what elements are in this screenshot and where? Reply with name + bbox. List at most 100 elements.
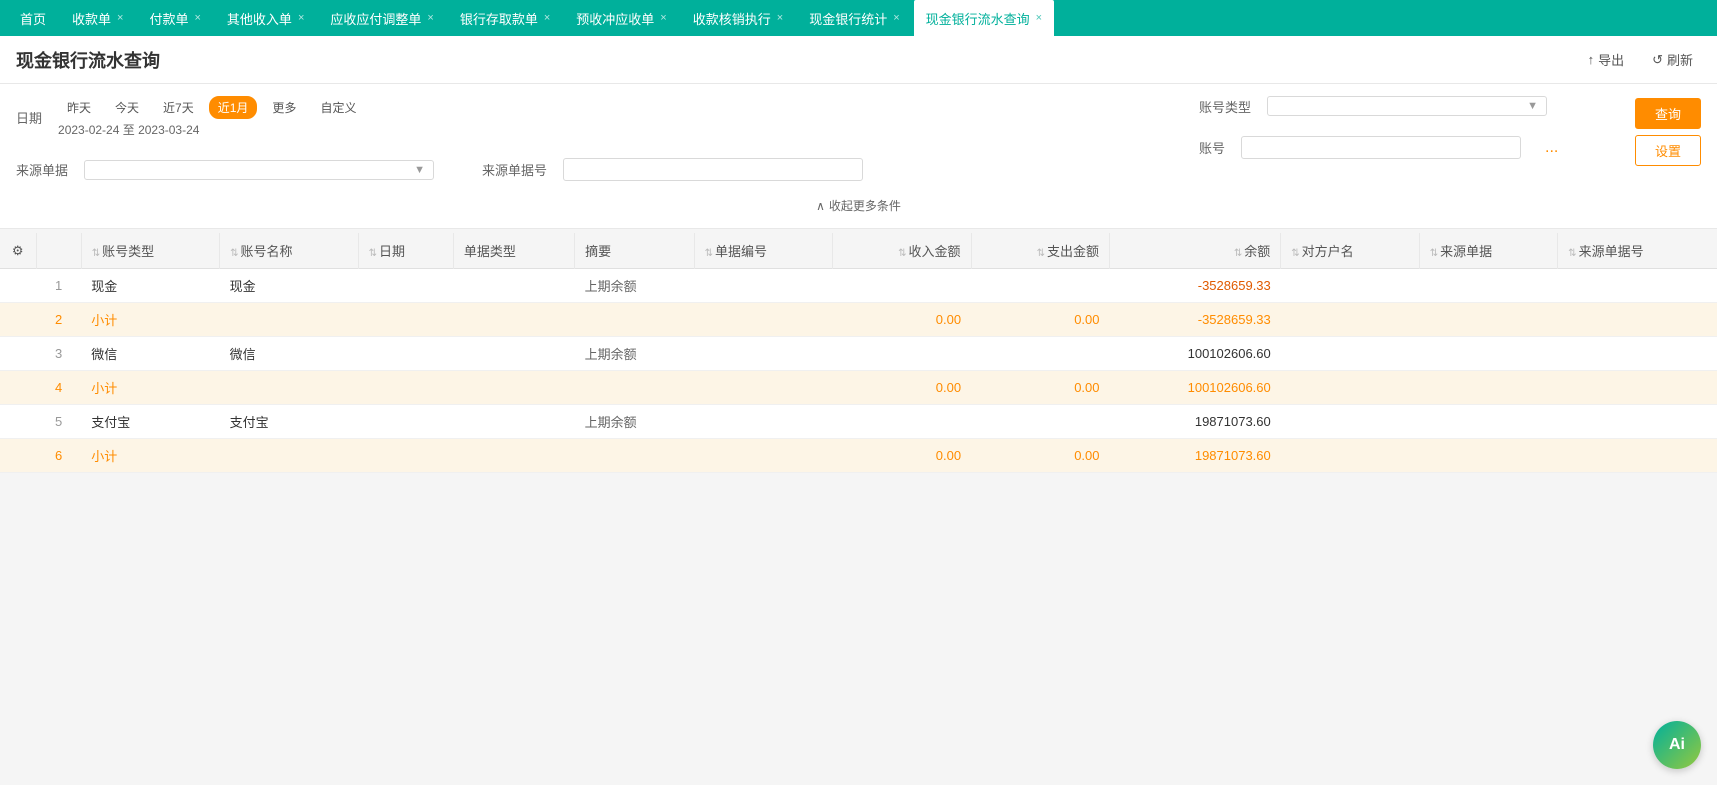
row-source-doc bbox=[1419, 439, 1557, 473]
tab-close-6[interactable]: × bbox=[777, 12, 783, 24]
nav-tab-2[interactable]: 其他收入单 × bbox=[215, 0, 316, 36]
row-income: 0.00 bbox=[833, 371, 971, 405]
source-doc-select[interactable]: ▼ bbox=[84, 160, 434, 180]
row-num: 3 bbox=[36, 337, 81, 371]
query-button[interactable]: 查询 bbox=[1635, 98, 1701, 129]
row-balance: -3528659.33 bbox=[1110, 303, 1281, 337]
row-expense: 0.00 bbox=[971, 303, 1109, 337]
row-account-type: 微信 bbox=[81, 337, 219, 371]
source-doc-chevron: ▼ bbox=[414, 164, 425, 176]
th-doc-no[interactable]: ⇅单据编号 bbox=[694, 233, 832, 269]
row-num: 6 bbox=[36, 439, 81, 473]
nav-tab-8[interactable]: 现金银行流水查询 × bbox=[914, 0, 1054, 36]
nav-tab-3[interactable]: 应收应付调整单 × bbox=[318, 0, 445, 36]
nav-tab-5[interactable]: 预收冲应收单 × bbox=[564, 0, 678, 36]
source-doc-no-input[interactable] bbox=[563, 158, 863, 181]
th-balance[interactable]: ⇅余额 bbox=[1110, 233, 1281, 269]
row-summary: 上期余额 bbox=[575, 337, 695, 371]
table-container: ⚙ ⇅账号类型 ⇅账号名称 ⇅日期 单据类型 摘要 ⇅单据编号 ⇅收入金额 ⇅支… bbox=[0, 233, 1717, 473]
tab-close-2[interactable]: × bbox=[298, 12, 304, 24]
tab-close-4[interactable]: × bbox=[544, 12, 550, 24]
row-date bbox=[358, 371, 453, 405]
th-date[interactable]: ⇅日期 bbox=[358, 233, 453, 269]
row-doc-type bbox=[453, 439, 574, 473]
row-date bbox=[358, 303, 453, 337]
row-income: 0.00 bbox=[833, 303, 971, 337]
row-summary bbox=[575, 303, 695, 337]
nav-home[interactable]: 首页 bbox=[8, 9, 58, 28]
tab-close-3[interactable]: × bbox=[427, 12, 433, 24]
ai-badge[interactable]: Ai bbox=[1653, 721, 1701, 769]
settings-button[interactable]: 设置 bbox=[1635, 135, 1701, 166]
refresh-icon: ↺ bbox=[1652, 52, 1663, 68]
row-balance: 19871073.60 bbox=[1110, 405, 1281, 439]
row-gear bbox=[0, 269, 36, 303]
th-counterpart[interactable]: ⇅对方户名 bbox=[1281, 233, 1419, 269]
th-expense[interactable]: ⇅支出金额 bbox=[971, 233, 1109, 269]
th-source-doc[interactable]: ⇅来源单据 bbox=[1419, 233, 1557, 269]
source-doc-label: 来源单据 bbox=[16, 160, 68, 179]
row-account-name bbox=[220, 303, 358, 337]
tab-close-0[interactable]: × bbox=[117, 12, 123, 24]
date-btn-custom[interactable]: 自定义 bbox=[311, 96, 365, 119]
dots-button[interactable]: ... bbox=[1537, 137, 1566, 159]
nav-tab-4[interactable]: 银行存取款单 × bbox=[448, 0, 562, 36]
row-gear bbox=[0, 371, 36, 405]
tab-close-8[interactable]: × bbox=[1036, 12, 1042, 24]
row-source-doc-no bbox=[1558, 337, 1717, 371]
row-balance: 100102606.60 bbox=[1110, 337, 1281, 371]
tab-close-1[interactable]: × bbox=[194, 12, 200, 24]
th-source-doc-no[interactable]: ⇅来源单据号 bbox=[1558, 233, 1717, 269]
date-btn-more[interactable]: 更多 bbox=[263, 96, 305, 119]
row-source-doc-no bbox=[1558, 371, 1717, 405]
date-btn-1month[interactable]: 近1月 bbox=[209, 96, 258, 119]
refresh-button[interactable]: ↺ 刷新 bbox=[1644, 46, 1701, 73]
table-row: 5 支付宝 支付宝 上期余额 19871073.60 bbox=[0, 405, 1717, 439]
row-income bbox=[833, 337, 971, 371]
row-num: 1 bbox=[36, 269, 81, 303]
date-btn-7days[interactable]: 近7天 bbox=[154, 96, 203, 119]
table-row: 3 微信 微信 上期余额 100102606.60 bbox=[0, 337, 1717, 371]
collapse-bar[interactable]: ∧ 收起更多条件 bbox=[16, 191, 1701, 216]
row-date bbox=[358, 439, 453, 473]
account-input[interactable] bbox=[1241, 136, 1521, 159]
row-expense bbox=[971, 269, 1109, 303]
th-account-name[interactable]: ⇅账号名称 bbox=[220, 233, 358, 269]
row-doc-no bbox=[694, 303, 832, 337]
row-doc-type bbox=[453, 269, 574, 303]
table-header-row: ⚙ ⇅账号类型 ⇅账号名称 ⇅日期 单据类型 摘要 ⇅单据编号 ⇅收入金额 ⇅支… bbox=[0, 233, 1717, 269]
th-num bbox=[36, 233, 81, 269]
table-body: 1 现金 现金 上期余额 -3528659.33 2 小计 0.00 0.00 … bbox=[0, 269, 1717, 473]
row-account-type: 小计 bbox=[81, 371, 219, 405]
row-gear bbox=[0, 439, 36, 473]
row-account-name: 支付宝 bbox=[220, 405, 358, 439]
th-account-type[interactable]: ⇅账号类型 bbox=[81, 233, 219, 269]
row-doc-no bbox=[694, 439, 832, 473]
th-income[interactable]: ⇅收入金额 bbox=[833, 233, 971, 269]
row-num: 2 bbox=[36, 303, 81, 337]
tab-close-7[interactable]: × bbox=[893, 12, 899, 24]
row-account-type: 小计 bbox=[81, 439, 219, 473]
row-expense: 0.00 bbox=[971, 371, 1109, 405]
filter-area: 日期 昨天 今天 近7天 近1月 更多 自定义 2023-02-24 至 202… bbox=[0, 84, 1717, 229]
nav-tab-7[interactable]: 现金银行统计 × bbox=[797, 0, 911, 36]
collapse-label: 收起更多条件 bbox=[829, 197, 901, 214]
row-date bbox=[358, 405, 453, 439]
account-type-select[interactable]: ▼ bbox=[1267, 96, 1547, 116]
nav-tab-0[interactable]: 收款单 × bbox=[60, 0, 135, 36]
account-type-row: 账号类型 ▼ bbox=[1199, 96, 1619, 116]
row-balance: 100102606.60 bbox=[1110, 371, 1281, 405]
nav-tab-1[interactable]: 付款单 × bbox=[137, 0, 212, 36]
row-doc-type bbox=[453, 371, 574, 405]
th-gear[interactable]: ⚙ bbox=[0, 233, 36, 269]
export-button[interactable]: ↑ 导出 bbox=[1580, 46, 1633, 73]
row-source-doc bbox=[1419, 405, 1557, 439]
date-btn-yesterday[interactable]: 昨天 bbox=[58, 96, 100, 119]
tab-close-5[interactable]: × bbox=[660, 12, 666, 24]
row-account-type: 小计 bbox=[81, 303, 219, 337]
row-source-doc bbox=[1419, 303, 1557, 337]
date-btn-today[interactable]: 今天 bbox=[106, 96, 148, 119]
row-source-doc-no bbox=[1558, 405, 1717, 439]
date-range: 2023-02-24 至 2023-03-24 bbox=[58, 121, 365, 138]
nav-tab-6[interactable]: 收款核销执行 × bbox=[681, 0, 795, 36]
